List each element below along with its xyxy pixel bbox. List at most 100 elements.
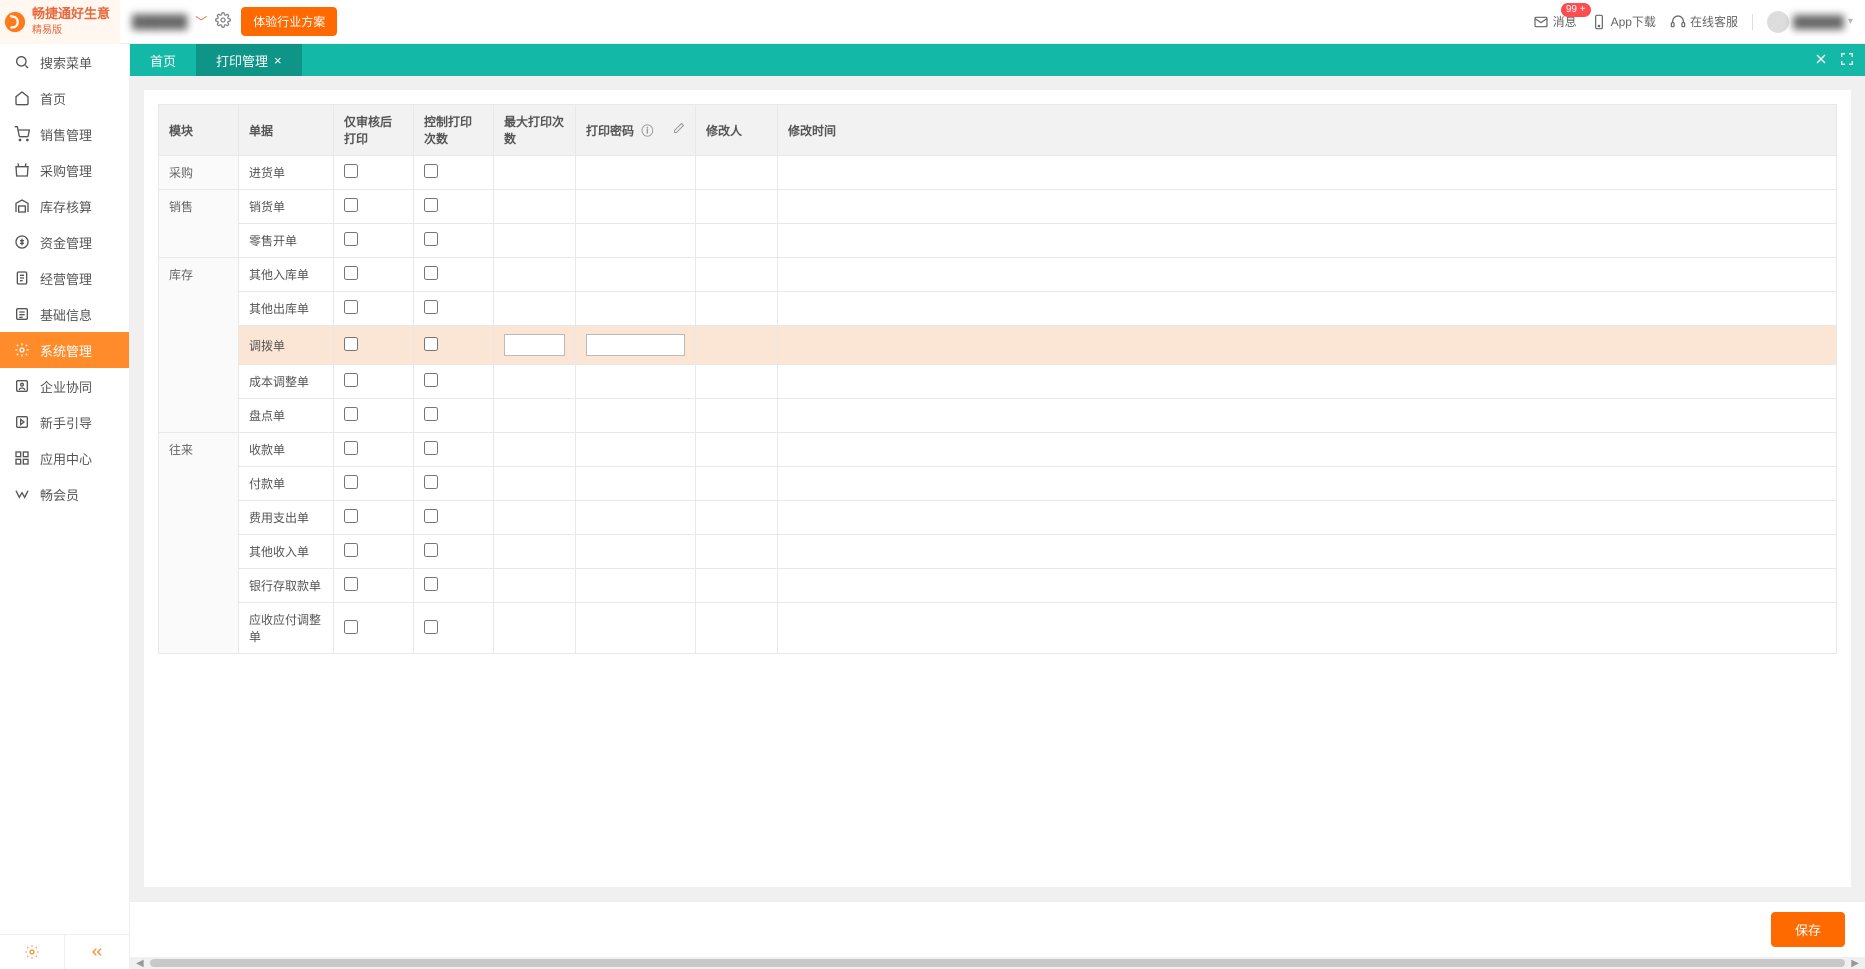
doc-cell: 成本调整单 [239,365,334,399]
password-cell [576,603,696,654]
money-icon [14,234,30,250]
only-audited-checkbox[interactable] [344,407,358,421]
max-count-cell [494,501,576,535]
tab-0[interactable]: 首页 [130,44,196,76]
gear-icon[interactable] [215,12,231,31]
only-audited-checkbox[interactable] [344,543,358,557]
sidebar-settings-button[interactable] [0,935,64,969]
max-count-cell [494,569,576,603]
control-count-cell [414,569,494,603]
avatar-icon [1767,11,1789,33]
table-row: 银行存取款单 [159,569,1837,603]
close-icon[interactable]: × [274,53,282,68]
doc-cell: 收款单 [239,433,334,467]
control-count-checkbox[interactable] [424,373,438,387]
app-download-button[interactable]: App下载 [1591,13,1656,30]
table-row: 盘点单 [159,399,1837,433]
try-industry-button[interactable]: 体验行业方案 [241,7,337,36]
scroll-left-icon[interactable]: ◀ [136,958,144,969]
sidebar-item-1[interactable]: 首页 [0,80,129,116]
doc-cell: 盘点单 [239,399,334,433]
edit-icon[interactable] [673,122,685,137]
save-button[interactable]: 保存 [1771,912,1845,947]
fullscreen-icon[interactable] [1839,51,1855,70]
messages-button[interactable]: 消息 99 + [1533,13,1577,30]
max-count-cell [494,399,576,433]
horizontal-scrollbar[interactable]: ◀ ▶ [130,957,1865,969]
only-audited-checkbox[interactable] [344,266,358,280]
control-count-checkbox[interactable] [424,266,438,280]
sidebar-collapse-button[interactable] [64,935,129,969]
max-count-cell [494,365,576,399]
only-audited-checkbox[interactable] [344,164,358,178]
control-count-checkbox[interactable] [424,441,438,455]
sidebar-item-label: 库存核算 [40,197,92,216]
sidebar-item-6[interactable]: 经营管理 [0,260,129,296]
control-count-checkbox[interactable] [424,475,438,489]
modify-time-cell [778,569,1837,603]
only-audited-checkbox[interactable] [344,620,358,634]
sidebar-item-9[interactable]: 企业协同 [0,368,129,404]
password-input[interactable] [586,334,685,356]
only-audited-checkbox[interactable] [344,577,358,591]
sidebar-item-12[interactable]: 畅会员 [0,476,129,512]
sidebar-item-0[interactable]: 搜索菜单 [0,44,129,80]
control-count-checkbox[interactable] [424,543,438,557]
control-count-checkbox[interactable] [424,232,438,246]
only-audited-cell [334,224,414,258]
sidebar-item-11[interactable]: 应用中心 [0,440,129,476]
scrollbar-thumb[interactable] [150,959,1846,967]
user-menu[interactable]: ██████ ▾ [1767,11,1853,33]
only-audited-checkbox[interactable] [344,373,358,387]
sidebar: 搜索菜单首页销售管理采购管理库存核算资金管理经营管理基础信息系统管理企业协同新手… [0,44,130,969]
sidebar-footer [0,934,129,969]
sidebar-item-2[interactable]: 销售管理 [0,116,129,152]
only-audited-cell [334,467,414,501]
sidebar-item-8[interactable]: 系统管理 [0,332,129,368]
sidebar-item-5[interactable]: 资金管理 [0,224,129,260]
only-audited-checkbox[interactable] [344,337,358,351]
tab-1[interactable]: 打印管理× [196,44,302,76]
sidebar-item-label: 基础信息 [40,305,92,324]
control-count-checkbox[interactable] [424,164,438,178]
sidebar-item-10[interactable]: 新手引导 [0,404,129,440]
modify-time-cell [778,535,1837,569]
control-count-cell [414,326,494,365]
help-icon[interactable]: ⓘ [641,124,653,138]
tabs: 首页打印管理× [130,44,1865,76]
table-row: 其他出库单 [159,292,1837,326]
control-count-checkbox[interactable] [424,620,438,634]
sidebar-item-7[interactable]: 基础信息 [0,296,129,332]
modifier-cell [696,433,778,467]
only-audited-checkbox[interactable] [344,198,358,212]
only-audited-cell [334,292,414,326]
max-count-cell [494,292,576,326]
online-service-label: 在线客服 [1690,13,1738,30]
control-count-checkbox[interactable] [424,509,438,523]
control-count-checkbox[interactable] [424,337,438,351]
only-audited-checkbox[interactable] [344,441,358,455]
control-count-checkbox[interactable] [424,198,438,212]
max-count-input[interactable] [504,334,565,356]
scroll-right-icon[interactable]: ▶ [1851,958,1859,969]
tab-close-all-icon[interactable] [1813,51,1829,70]
only-audited-checkbox[interactable] [344,232,358,246]
tenant-selector[interactable]: ██████ ﹀ [132,12,231,31]
control-count-checkbox[interactable] [424,300,438,314]
warehouse-icon [14,198,30,214]
online-service-button[interactable]: 在线客服 [1670,13,1738,30]
logo[interactable]: 畅捷通好生意 精易版 [0,0,120,44]
only-audited-checkbox[interactable] [344,509,358,523]
control-count-checkbox[interactable] [424,407,438,421]
table-row: 采购进货单 [159,156,1837,190]
sidebar-item-4[interactable]: 库存核算 [0,188,129,224]
only-audited-checkbox[interactable] [344,475,358,489]
max-count-cell [494,190,576,224]
table-row: 往来收款单 [159,433,1837,467]
control-count-checkbox[interactable] [424,577,438,591]
topbar: 畅捷通好生意 精易版 ██████ ﹀ 体验行业方案 消息 99 + App下载 [0,0,1865,44]
modify-time-cell [778,156,1837,190]
th-control-count: 控制打印次数 [414,105,494,156]
sidebar-item-3[interactable]: 采购管理 [0,152,129,188]
only-audited-checkbox[interactable] [344,300,358,314]
